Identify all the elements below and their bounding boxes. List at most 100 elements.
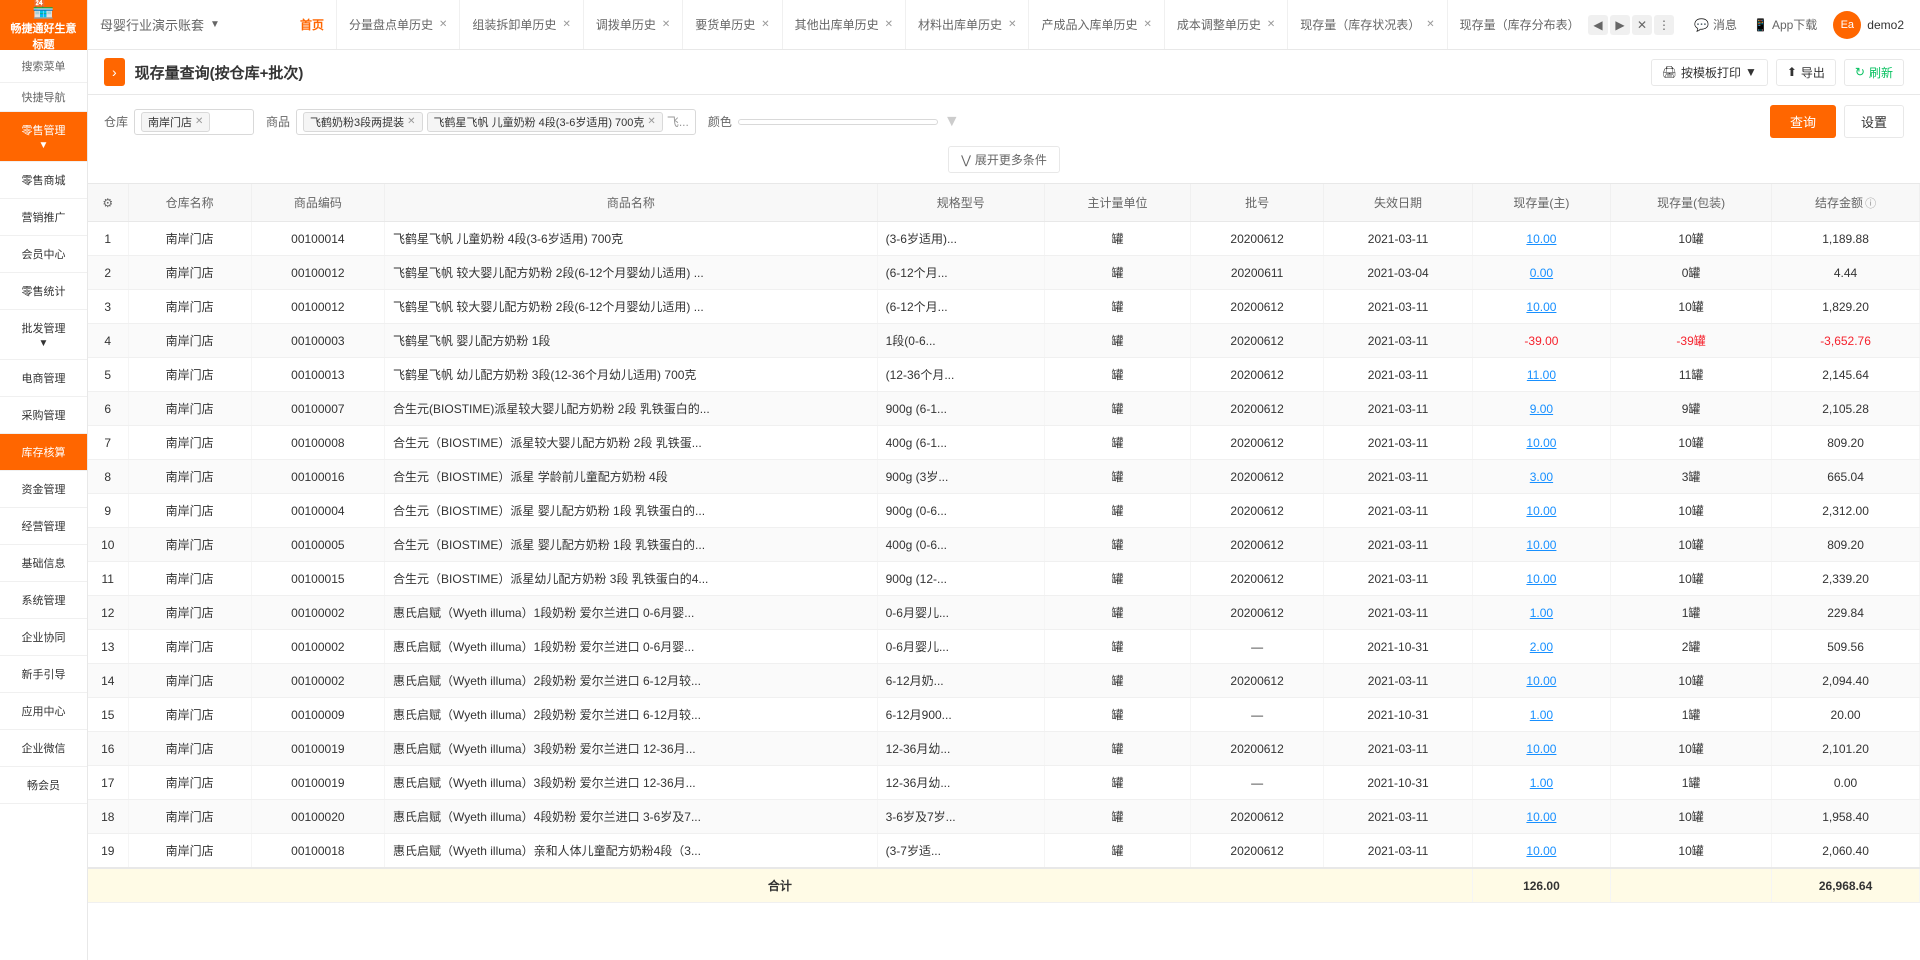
row-qty-main[interactable]: 2.00 (1472, 630, 1610, 664)
sidebar-item-member2[interactable]: 畅会员 (0, 767, 87, 804)
row-qty-main[interactable]: 10.00 (1472, 664, 1610, 698)
row-qty-main[interactable]: 11.00 (1472, 358, 1610, 392)
user-profile[interactable]: Ea demo2 (1833, 11, 1904, 39)
row-qty-main[interactable]: 10.00 (1472, 222, 1610, 256)
refresh-btn[interactable]: ↻ 刷新 (1844, 59, 1904, 86)
warehouse-tag-container[interactable]: 南岸门店 ✕ (134, 109, 254, 135)
close-icon[interactable]: ✕ (1143, 19, 1151, 30)
tab-order[interactable]: 要货单历史 ✕ (683, 0, 782, 49)
avatar-text: Ea (1841, 19, 1854, 31)
tab-other-out[interactable]: 其他出库单历史 ✕ (783, 0, 906, 49)
color-tag-container[interactable] (738, 119, 938, 125)
row-amount: 0.00 (1772, 766, 1920, 800)
sidebar-item-retail-mall[interactable]: 零售商城 (0, 162, 87, 199)
row-qty-main[interactable]: 10.00 (1472, 834, 1610, 869)
table-wrapper[interactable]: ⚙ 仓库名称 商品编码 商品名称 规格型号 主计量单位 批号 失效日期 现存量(… (88, 184, 1920, 960)
close-icon[interactable]: ✕ (1267, 19, 1275, 30)
sidebar-item-system[interactable]: 系统管理 (0, 582, 87, 619)
row-unit: 罐 (1045, 358, 1191, 392)
sidebar-item-wholesale[interactable]: 批发管理 ▼ (0, 310, 87, 360)
row-qty-main[interactable]: 10.00 (1472, 494, 1610, 528)
tab-inventory-status[interactable]: 现存量（库存状况表） ✕ (1288, 0, 1447, 49)
sidebar-item-finance[interactable]: 资金管理 (0, 471, 87, 508)
settings-icon[interactable]: ⚙ (102, 196, 113, 210)
tab-product-in[interactable]: 产成品入库单历史 ✕ (1029, 0, 1164, 49)
sidebar-item-marketing[interactable]: 营销推广 (0, 199, 87, 236)
expand-sidebar-btn[interactable]: › (104, 58, 125, 86)
tab-transfer[interactable]: 调拨单历史 ✕ (584, 0, 683, 49)
close-icon[interactable]: ✕ (1008, 19, 1016, 30)
close-icon[interactable]: ✕ (562, 19, 570, 30)
row-qty-main[interactable]: 1.00 (1472, 698, 1610, 732)
row-qty-main[interactable]: 10.00 (1472, 290, 1610, 324)
row-qty-main[interactable]: 10.00 (1472, 562, 1610, 596)
close-icon[interactable]: ✕ (439, 19, 447, 30)
row-spec: (12-36个月... (877, 358, 1044, 392)
row-qty-main[interactable]: 10.00 (1472, 732, 1610, 766)
search-menu-btn[interactable]: 搜索菜单 (0, 50, 87, 83)
nav-next-btn[interactable]: ▶ (1610, 15, 1630, 35)
row-qty-main[interactable]: -39.00 (1472, 324, 1610, 358)
nav-close-btn[interactable]: ✕ (1632, 15, 1652, 35)
app-download-btn[interactable]: 📱 App下载 (1753, 16, 1817, 33)
message-btn[interactable]: 💬 消息 (1694, 16, 1737, 33)
product-tag-2[interactable]: 飞鹤星飞帆 儿童奶粉 4段(3-6岁适用) 700克 ✕ (427, 112, 663, 132)
close-icon[interactable]: ✕ (761, 19, 769, 30)
tab-split-inventory[interactable]: 分量盘点单历史 ✕ (337, 0, 460, 49)
product-tag-container[interactable]: 飞鹤奶粉3段两提装 ✕ 飞鹤星飞帆 儿童奶粉 4段(3-6岁适用) 700克 ✕… (296, 109, 696, 135)
tab-material-out[interactable]: 材料出库单历史 ✕ (906, 0, 1029, 49)
sidebar-item-app-center[interactable]: 应用中心 (0, 693, 87, 730)
product-tag-2-close[interactable]: ✕ (647, 116, 655, 127)
row-qty-main[interactable]: 1.00 (1472, 766, 1610, 800)
refresh-label: 刷新 (1869, 64, 1893, 81)
org-selector[interactable]: 母婴行业演示账套 ▼ (88, 15, 288, 34)
query-btn[interactable]: 查询 (1770, 105, 1836, 138)
product-tag-1-close[interactable]: ✕ (407, 116, 415, 127)
sidebar-item-operation[interactable]: 经营管理 (0, 508, 87, 545)
tab-inventory-dist[interactable]: 现存量（库存分布表） ✕ (1448, 0, 1584, 49)
warehouse-tag[interactable]: 南岸门店 ✕ (141, 112, 210, 132)
product-tag-1[interactable]: 飞鹤奶粉3段两提装 ✕ (303, 112, 423, 132)
row-name: 惠氏启赋（Wyeth illuma）亲和人体儿童配方奶粉4段（3... (385, 834, 878, 869)
quick-nav-btn[interactable]: 快捷导航 (0, 83, 87, 112)
tab-home[interactable]: 首页 (288, 0, 337, 49)
template-print-btn[interactable]: 🖨 按模板打印 ▼ (1651, 59, 1768, 86)
row-qty-main[interactable]: 3.00 (1472, 460, 1610, 494)
sidebar-item-retail-stats[interactable]: 零售统计 (0, 273, 87, 310)
expand-filter-btn[interactable]: ⋁ 展开更多条件 (948, 146, 1060, 173)
close-icon[interactable]: ✕ (1426, 19, 1434, 30)
org-dropdown-icon[interactable]: ▼ (210, 19, 220, 30)
nav-menu-btn[interactable]: ⋮ (1654, 15, 1674, 35)
row-warehouse: 南岸门店 (128, 732, 251, 766)
product-more-btn[interactable]: 飞... (667, 113, 689, 130)
row-warehouse: 南岸门店 (128, 392, 251, 426)
col-settings[interactable]: ⚙ (88, 184, 128, 222)
info-icon[interactable]: ⓘ (1865, 195, 1876, 211)
sidebar-item-basic-info[interactable]: 基础信息 (0, 545, 87, 582)
settings-btn[interactable]: 设置 (1844, 105, 1904, 138)
nav-prev-btn[interactable]: ◀ (1588, 15, 1608, 35)
export-icon: ⬆ (1787, 65, 1797, 79)
sidebar-item-inventory[interactable]: 库存核算 (0, 434, 87, 471)
row-qty-main[interactable]: 10.00 (1472, 528, 1610, 562)
sidebar-item-wechat[interactable]: 企业微信 (0, 730, 87, 767)
row-qty-main[interactable]: 9.00 (1472, 392, 1610, 426)
row-qty-main[interactable]: 0.00 (1472, 256, 1610, 290)
tab-assemble[interactable]: 组装拆卸单历史 ✕ (460, 0, 583, 49)
sidebar-item-purchase[interactable]: 采购管理 (0, 397, 87, 434)
warehouse-tag-close[interactable]: ✕ (195, 116, 203, 127)
row-qty-main[interactable]: 1.00 (1472, 596, 1610, 630)
sidebar-item-ecommerce[interactable]: 电商管理 (0, 360, 87, 397)
export-btn[interactable]: ⬆ 导出 (1776, 59, 1836, 86)
tab-cost-adjust[interactable]: 成本调整单历史 ✕ (1165, 0, 1288, 49)
close-icon[interactable]: ✕ (662, 19, 670, 30)
row-qty-main[interactable]: 10.00 (1472, 426, 1610, 460)
color-dropdown-icon[interactable]: ▼ (944, 113, 960, 131)
sidebar-item-guide[interactable]: 新手引导 (0, 656, 87, 693)
sidebar-item-enterprise[interactable]: 企业协同 (0, 619, 87, 656)
close-icon[interactable]: ✕ (885, 19, 893, 30)
row-qty-main[interactable]: 10.00 (1472, 800, 1610, 834)
row-expire: 2021-10-31 (1324, 698, 1473, 732)
sidebar-item-member[interactable]: 会员中心 (0, 236, 87, 273)
sidebar-item-retail-management[interactable]: 零售管理 ▼ (0, 112, 87, 162)
